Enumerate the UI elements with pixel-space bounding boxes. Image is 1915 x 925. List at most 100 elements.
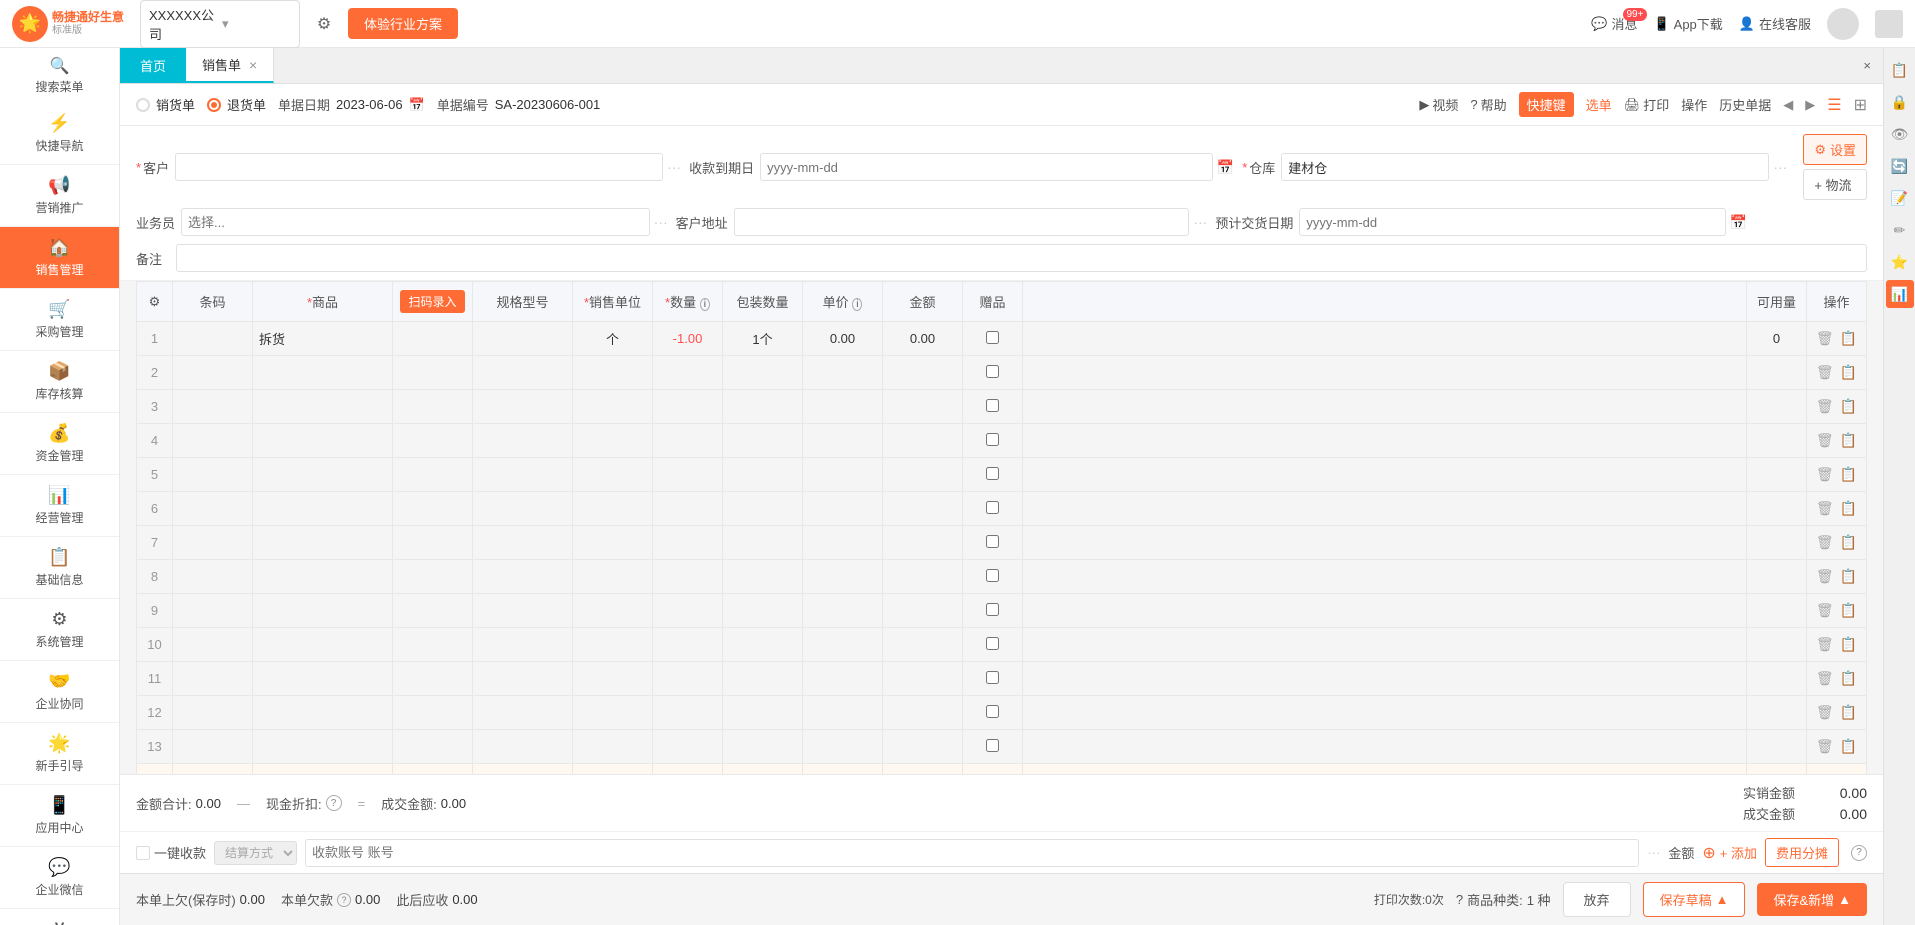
row-pack-qty[interactable]: 1个 xyxy=(723,322,803,356)
delete-icon[interactable]: 🗑 xyxy=(1816,398,1834,415)
discard-button[interactable]: 放弃 xyxy=(1563,882,1631,917)
col-header-scan[interactable]: 扫码录入 xyxy=(393,282,473,322)
right-panel-icon-5[interactable]: 📝 xyxy=(1886,184,1914,212)
goods-question-icon[interactable]: ? xyxy=(1456,892,1463,907)
sidebar-item-app-center[interactable]: 📱 应用中心 xyxy=(0,785,119,847)
sidebar-item-enterprise[interactable]: 🤝 企业协同 xyxy=(0,661,119,723)
row-pack-qty[interactable] xyxy=(723,696,803,730)
row-gift[interactable] xyxy=(963,492,1023,526)
copy-icon[interactable]: 📋 xyxy=(1840,398,1857,415)
row-price[interactable] xyxy=(803,526,883,560)
save-new-button[interactable]: 保存&新增 ▲ xyxy=(1757,883,1867,916)
print-btn[interactable]: 🖨 打印 xyxy=(1624,95,1670,114)
account-input[interactable] xyxy=(305,839,1639,867)
row-amount[interactable] xyxy=(883,458,963,492)
fee-split-question-icon[interactable]: ? xyxy=(1851,845,1867,861)
row-note[interactable] xyxy=(1023,696,1747,730)
owe-question-icon[interactable]: ? xyxy=(337,893,351,907)
trial-button[interactable]: 体验行业方案 xyxy=(348,8,458,39)
save-draft-button[interactable]: 保存草稿 ▲ xyxy=(1643,882,1746,917)
row-product[interactable] xyxy=(253,662,393,696)
row-product[interactable] xyxy=(253,458,393,492)
row-product[interactable] xyxy=(253,594,393,628)
row-price[interactable]: 0.00 xyxy=(803,322,883,356)
row-amount[interactable] xyxy=(883,560,963,594)
row-barcode[interactable] xyxy=(173,526,253,560)
row-spec[interactable] xyxy=(473,662,573,696)
sidebar-item-marketing[interactable]: 📢 营销推广 xyxy=(0,165,119,227)
sidebar-item-guide[interactable]: 🌟 新手引导 xyxy=(0,723,119,785)
row-qty[interactable] xyxy=(653,492,723,526)
row-gift[interactable] xyxy=(963,458,1023,492)
delete-icon[interactable]: 🗑 xyxy=(1816,330,1834,347)
row-product[interactable] xyxy=(253,696,393,730)
remark-input[interactable] xyxy=(176,244,1867,272)
history-btn[interactable]: 历史单据 xyxy=(1719,95,1771,114)
row-barcode[interactable] xyxy=(173,424,253,458)
row-amount[interactable] xyxy=(883,594,963,628)
copy-icon[interactable]: 📋 xyxy=(1840,500,1857,517)
row-unit[interactable] xyxy=(573,492,653,526)
row-qty[interactable] xyxy=(653,594,723,628)
row-gift[interactable] xyxy=(963,696,1023,730)
row-price[interactable] xyxy=(803,594,883,628)
row-note[interactable] xyxy=(1023,526,1747,560)
row-gift[interactable] xyxy=(963,356,1023,390)
expected-date-input[interactable] xyxy=(1299,208,1725,236)
delete-icon[interactable]: 🗑 xyxy=(1816,602,1834,619)
customer-dots[interactable]: ··· xyxy=(667,159,681,175)
row-gift[interactable] xyxy=(963,424,1023,458)
row-note[interactable] xyxy=(1023,560,1747,594)
row-qty[interactable] xyxy=(653,662,723,696)
row-amount[interactable] xyxy=(883,390,963,424)
row-gift[interactable] xyxy=(963,594,1023,628)
copy-icon[interactable]: 📋 xyxy=(1840,636,1857,653)
right-panel-icon-7[interactable]: ⭐ xyxy=(1886,248,1914,276)
col-header-settings[interactable]: ⚙ xyxy=(137,282,173,322)
row-unit[interactable] xyxy=(573,560,653,594)
row-barcode[interactable] xyxy=(173,492,253,526)
copy-icon[interactable]: 📋 xyxy=(1840,670,1857,687)
row-note[interactable] xyxy=(1023,458,1747,492)
row-pack-qty[interactable] xyxy=(723,356,803,390)
row-price[interactable] xyxy=(803,730,883,764)
row-barcode[interactable] xyxy=(173,458,253,492)
row-spec[interactable] xyxy=(473,356,573,390)
row-pack-qty[interactable] xyxy=(723,594,803,628)
sidebar-item-operations[interactable]: 📊 经营管理 xyxy=(0,475,119,537)
row-spec[interactable] xyxy=(473,560,573,594)
message-btn[interactable]: 💬 消息 99+ xyxy=(1591,14,1637,33)
one-click-pay-checkbox[interactable]: 一键收款 xyxy=(136,843,206,862)
row-note[interactable] xyxy=(1023,390,1747,424)
row-product[interactable] xyxy=(253,526,393,560)
tab-close-icon[interactable]: × xyxy=(249,57,257,73)
row-note[interactable] xyxy=(1023,492,1747,526)
right-panel-icon-3[interactable]: 👁 xyxy=(1886,120,1914,148)
row-spec[interactable] xyxy=(473,458,573,492)
grid-view-icon[interactable]: ⊞ xyxy=(1854,95,1867,115)
receive-date-input[interactable] xyxy=(760,153,1213,181)
add-payment-btn[interactable]: ⊕ + 添加 xyxy=(1702,843,1757,863)
row-barcode[interactable] xyxy=(173,696,253,730)
row-product[interactable] xyxy=(253,730,393,764)
salesperson-dots[interactable]: ··· xyxy=(654,214,668,230)
delete-icon[interactable]: 🗑 xyxy=(1816,500,1834,517)
radio-sales-order[interactable]: 销货单 xyxy=(136,95,195,114)
row-unit[interactable] xyxy=(573,696,653,730)
row-note[interactable] xyxy=(1023,424,1747,458)
row-gift[interactable] xyxy=(963,322,1023,356)
row-note[interactable] xyxy=(1023,356,1747,390)
row-spec[interactable] xyxy=(473,628,573,662)
row-product[interactable] xyxy=(253,560,393,594)
copy-icon[interactable]: 📋 xyxy=(1840,432,1857,449)
row-product[interactable] xyxy=(253,628,393,662)
row-gift[interactable] xyxy=(963,628,1023,662)
prev-icon[interactable]: ◀ xyxy=(1783,97,1793,113)
right-panel-icon-1[interactable]: 📋 xyxy=(1886,56,1914,84)
qty-info-icon[interactable]: i xyxy=(700,298,710,311)
row-qty[interactable] xyxy=(653,730,723,764)
payment-method-select[interactable]: 结算方式 xyxy=(214,841,297,865)
right-panel-icon-8[interactable]: 📊 xyxy=(1886,280,1914,308)
shortcut-btn[interactable]: 快捷键 xyxy=(1519,92,1574,117)
right-panel-icon-4[interactable]: 🔄 xyxy=(1886,152,1914,180)
